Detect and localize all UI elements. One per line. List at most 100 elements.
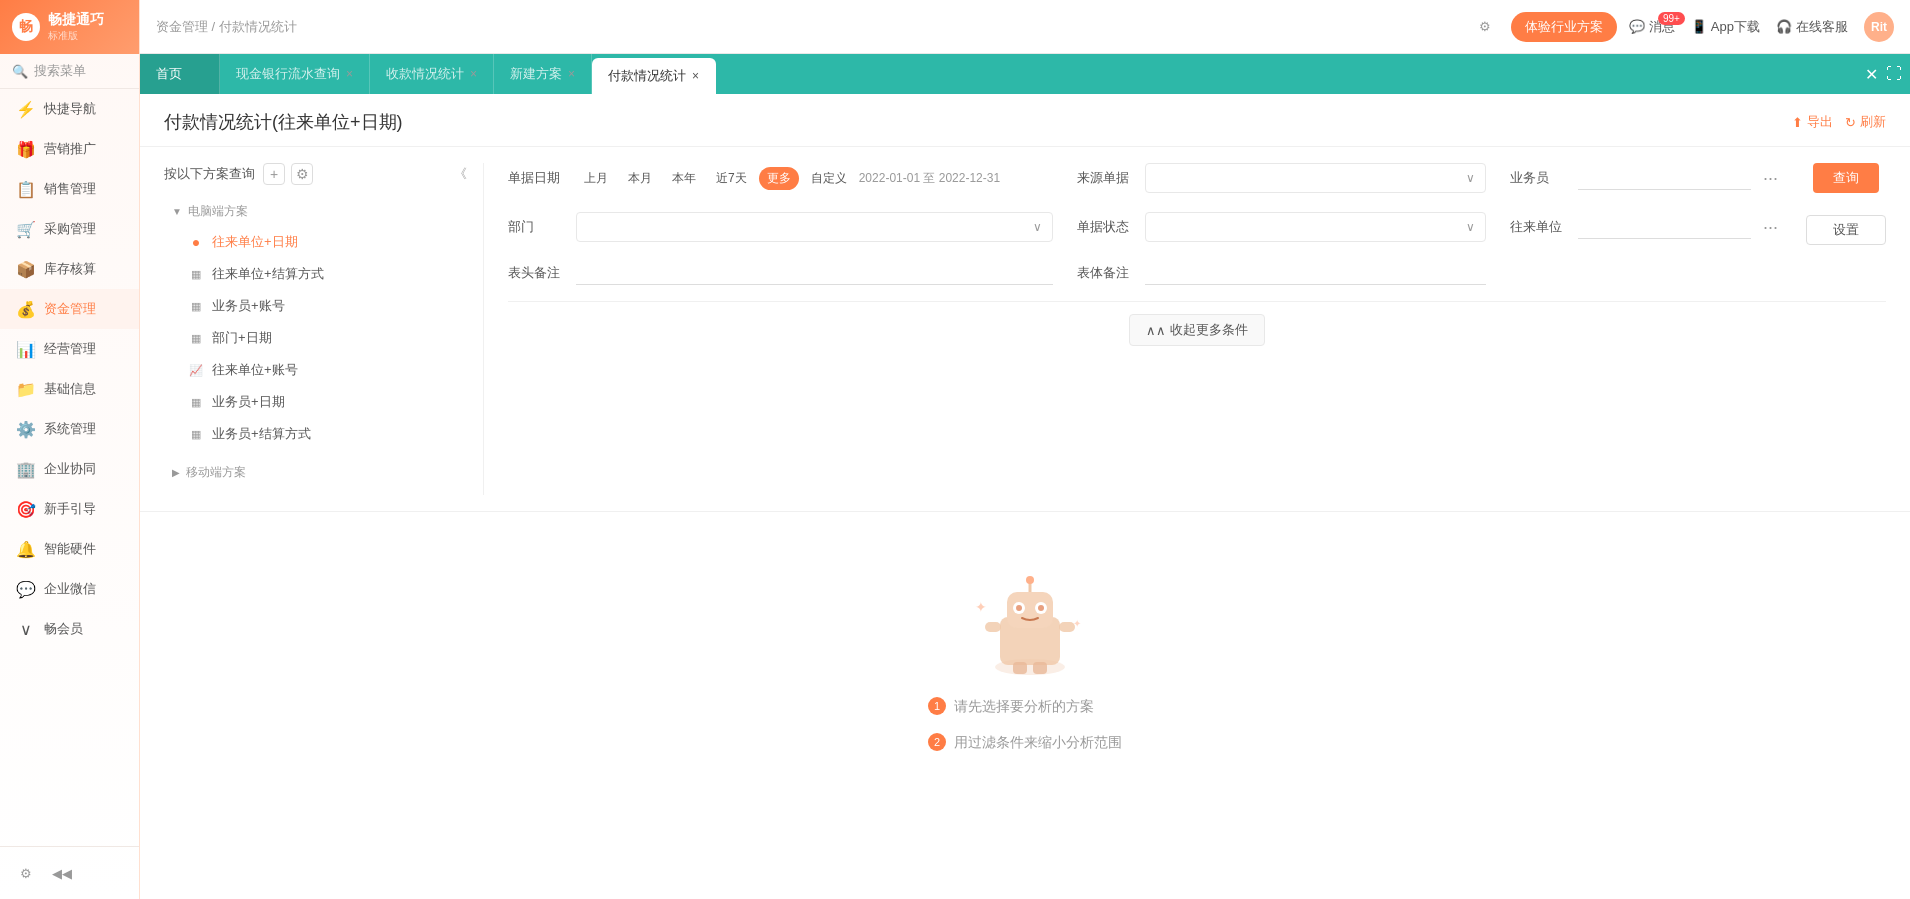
date-btn-last-month[interactable]: 上月 bbox=[576, 167, 616, 190]
tab-bank-flow-close[interactable]: × bbox=[346, 67, 353, 81]
svg-point-6 bbox=[1038, 605, 1044, 611]
sidebar-item-label: 畅会员 bbox=[44, 620, 83, 638]
message-btn[interactable]: 💬 消息 99+ bbox=[1629, 18, 1675, 36]
tab-new-scheme-close[interactable]: × bbox=[568, 67, 575, 81]
trial-button[interactable]: 体验行业方案 bbox=[1511, 12, 1617, 42]
enterprise-icon: 🏢 bbox=[16, 459, 36, 479]
filter-counterparty: 往来单位 ··· bbox=[1510, 215, 1782, 239]
query-button[interactable]: 查询 bbox=[1813, 163, 1879, 193]
scheme-item-staff-date[interactable]: ▦ 业务员+日期 bbox=[164, 386, 467, 418]
table-body-note-input[interactable] bbox=[1145, 261, 1486, 285]
scheme-item-unit-date[interactable]: ● 往来单位+日期 bbox=[164, 226, 467, 258]
filter-table-body-note: 表体备注 bbox=[1077, 261, 1486, 285]
wechat-icon: 💬 bbox=[16, 579, 36, 599]
sidebar-item-system[interactable]: ⚙️ 系统管理 bbox=[0, 409, 139, 449]
refresh-btn[interactable]: ↻ 刷新 bbox=[1845, 113, 1886, 131]
vip-icon: ∨ bbox=[16, 619, 36, 639]
sidebar-item-enterprise[interactable]: 🏢 企业协同 bbox=[0, 449, 139, 489]
tab-payment-stats-close[interactable]: × bbox=[692, 69, 699, 83]
staff-input[interactable] bbox=[1578, 166, 1751, 190]
filter-row-3: 表头备注 表体备注 bbox=[508, 261, 1886, 285]
scheme-group-mobile-title[interactable]: ▶ 移动端方案 bbox=[164, 458, 467, 487]
sidebar-collapse-btn[interactable]: ◀◀ bbox=[48, 859, 76, 887]
date-btn-this-year[interactable]: 本年 bbox=[664, 167, 704, 190]
tab-receipts[interactable]: 收款情况统计 × bbox=[370, 54, 494, 94]
logo-text: 畅捷通巧 标准版 bbox=[48, 11, 104, 43]
tab-payment-stats[interactable]: 付款情况统计 × bbox=[592, 58, 716, 94]
breadcrumb-text: 资金管理 / 付款情况统计 bbox=[156, 18, 297, 36]
svg-point-8 bbox=[1026, 576, 1034, 584]
filter-source-bill: 来源单据 ∨ bbox=[1077, 163, 1486, 193]
sidebar-nav: ⚡ 快捷导航 🎁 营销推广 📋 销售管理 🛒 采购管理 📦 库存核算 💰 资金管… bbox=[0, 89, 139, 846]
scheme-item-unit-account[interactable]: 📈 往来单位+账号 bbox=[164, 354, 467, 386]
sidebar-item-marketing[interactable]: 🎁 营销推广 bbox=[0, 129, 139, 169]
sidebar-item-inventory[interactable]: 📦 库存核算 bbox=[0, 249, 139, 289]
page-actions: ⬆ 导出 ↻ 刷新 bbox=[1792, 113, 1886, 131]
scheme-item-label: 往来单位+日期 bbox=[212, 233, 298, 251]
settings-button[interactable]: 设置 bbox=[1806, 215, 1886, 245]
sidebar-item-label: 销售管理 bbox=[44, 180, 96, 198]
scheme-group-desktop-title[interactable]: ▼ 电脑端方案 bbox=[164, 197, 467, 226]
scheme-item-staff-pay[interactable]: ▦ 业务员+结算方式 bbox=[164, 418, 467, 450]
sidebar-item-wechat[interactable]: 💬 企业微信 bbox=[0, 569, 139, 609]
filter-row-1: 单据日期 上月 本月 本年 近7天 更多 自定义 2022-01-01 至 20… bbox=[508, 163, 1886, 193]
base-info-icon: 📁 bbox=[16, 379, 36, 399]
tabs-maximize-btn[interactable]: ⛶ bbox=[1886, 65, 1902, 83]
counterparty-input[interactable] bbox=[1578, 215, 1751, 239]
quick-nav-icon: ⚡ bbox=[16, 99, 36, 119]
sidebar-settings-btn[interactable]: ⚙ bbox=[12, 859, 40, 887]
scheme-add-btn[interactable]: + bbox=[263, 163, 285, 185]
scheme-item-dept-date[interactable]: ▦ 部门+日期 bbox=[164, 322, 467, 354]
scheme-item-staff-account[interactable]: ▦ 业务员+账号 bbox=[164, 290, 467, 322]
sidebar-item-guide[interactable]: 🎯 新手引导 bbox=[0, 489, 139, 529]
unit-date-icon: ● bbox=[188, 234, 204, 250]
counterparty-dots-btn[interactable]: ··· bbox=[1759, 217, 1782, 238]
unit-payment-icon: ▦ bbox=[188, 266, 204, 282]
date-btn-custom[interactable]: 自定义 bbox=[803, 167, 855, 190]
tab-home[interactable]: 首页 bbox=[140, 54, 220, 94]
scheme-settings-btn[interactable]: ⚙ bbox=[291, 163, 313, 185]
scheme-collapse-btn[interactable]: 《 bbox=[454, 165, 467, 183]
tab-payment-stats-label: 付款情况统计 bbox=[608, 67, 686, 85]
sidebar-item-capital[interactable]: 💰 资金管理 bbox=[0, 289, 139, 329]
table-header-note-input[interactable] bbox=[576, 261, 1053, 285]
scheme-item-unit-payment[interactable]: ▦ 往来单位+结算方式 bbox=[164, 258, 467, 290]
tab-receipts-close[interactable]: × bbox=[470, 67, 477, 81]
collapse-up-icon: ∧∧ bbox=[1146, 323, 1166, 338]
counterparty-label: 往来单位 bbox=[1510, 218, 1570, 236]
dept-select[interactable]: ∨ bbox=[576, 212, 1053, 242]
sidebar-search[interactable]: 🔍 搜索菜单 bbox=[0, 54, 139, 89]
staff-dots-btn[interactable]: ··· bbox=[1759, 168, 1782, 189]
message-badge: 99+ bbox=[1658, 12, 1685, 25]
header-actions: 💬 消息 99+ 📱 App下载 🎧 在线客服 Rit bbox=[1629, 12, 1894, 42]
empty-state: ✦ ✦ 1 请先选择要分析的方案 2 用过滤条件来缩小分析范围 bbox=[140, 512, 1910, 836]
tab-bank-flow[interactable]: 现金银行流水查询 × bbox=[220, 54, 370, 94]
header-settings-btn[interactable]: ⚙ bbox=[1471, 13, 1499, 41]
operations-icon: 📊 bbox=[16, 339, 36, 359]
bill-status-arrow-icon: ∨ bbox=[1466, 220, 1475, 234]
sidebar-item-operations[interactable]: 📊 经营管理 bbox=[0, 329, 139, 369]
sidebar-item-base-info[interactable]: 📁 基础信息 bbox=[0, 369, 139, 409]
guide-icon: 🎯 bbox=[16, 499, 36, 519]
avatar[interactable]: Rit bbox=[1864, 12, 1894, 42]
bill-status-select[interactable]: ∨ bbox=[1145, 212, 1486, 242]
expand-arrow-icon: ▶ bbox=[172, 467, 180, 478]
date-btn-7days[interactable]: 近7天 bbox=[708, 167, 755, 190]
tab-new-scheme[interactable]: 新建方案 × bbox=[494, 54, 592, 94]
app-download-btn[interactable]: 📱 App下载 bbox=[1691, 18, 1760, 36]
tabs-controls: ✕ ⛶ bbox=[1857, 54, 1910, 94]
sidebar-item-sales[interactable]: 📋 销售管理 bbox=[0, 169, 139, 209]
content-area: 按以下方案查询 + ⚙ 《 ▼ 电脑端方案 ● 往来单位+日期 bbox=[140, 147, 1910, 511]
export-btn[interactable]: ⬆ 导出 bbox=[1792, 113, 1833, 131]
source-bill-select[interactable]: ∨ bbox=[1145, 163, 1486, 193]
date-btn-this-month[interactable]: 本月 bbox=[620, 167, 660, 190]
sidebar-item-quick-nav[interactable]: ⚡ 快捷导航 bbox=[0, 89, 139, 129]
date-btn-more[interactable]: 更多 bbox=[759, 167, 799, 190]
tabs-close-btn[interactable]: ✕ bbox=[1865, 65, 1878, 84]
sidebar-item-purchase[interactable]: 🛒 采购管理 bbox=[0, 209, 139, 249]
sidebar-item-hardware[interactable]: 🔔 智能硬件 bbox=[0, 529, 139, 569]
sidebar-item-vip[interactable]: ∨ 畅会员 bbox=[0, 609, 139, 649]
online-service-btn[interactable]: 🎧 在线客服 bbox=[1776, 18, 1848, 36]
search-icon: 🔍 bbox=[12, 64, 28, 79]
collapse-more-btn[interactable]: ∧∧ 收起更多条件 bbox=[1129, 314, 1265, 346]
